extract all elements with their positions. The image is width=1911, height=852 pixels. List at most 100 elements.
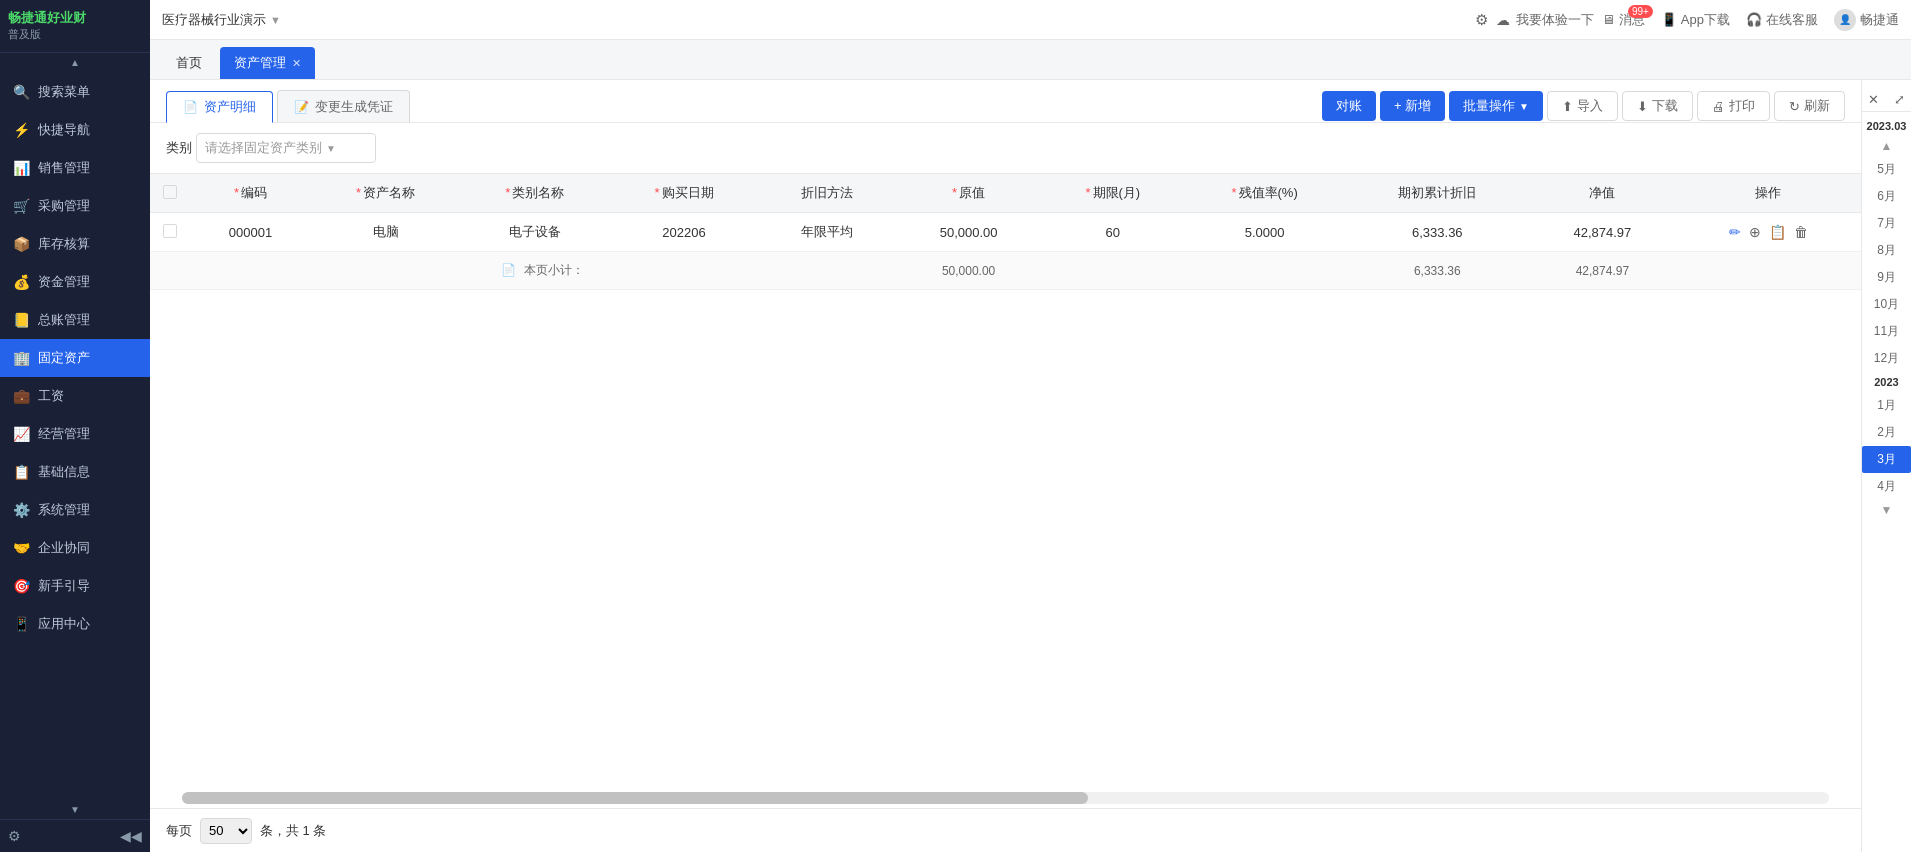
copy-icon[interactable]: ⊕ — [1749, 224, 1761, 240]
experience-button[interactable]: ☁ 我要体验一下 — [1496, 11, 1594, 29]
topbar-right: 🖥 消息 99+ 📱 App下载 🎧 在线客服 👤 畅捷通 — [1602, 9, 1899, 31]
row-purchase-date: 202206 — [609, 213, 758, 252]
app-label: App下载 — [1681, 11, 1730, 29]
sub-tab-change-voucher[interactable]: 📝 变更生成凭证 — [277, 90, 410, 122]
topbar: 医疗器械行业演示 ▼ ⚙ ☁ 我要体验一下 🖥 消息 99+ 📱 App下载 🎧… — [150, 0, 1911, 40]
sidebar-item-basic-info[interactable]: 📋 基础信息 — [0, 453, 150, 491]
row-original-value: 50,000.00 — [895, 213, 1042, 252]
more-icon[interactable]: 📋 — [1769, 224, 1786, 240]
sales-icon: 📊 — [12, 159, 30, 177]
select-arrow-icon: ▼ — [326, 143, 336, 154]
row-checkbox[interactable] — [163, 224, 177, 238]
online-service-button[interactable]: 🎧 在线客服 — [1746, 11, 1818, 29]
total-label: 条，共 1 条 — [260, 822, 326, 840]
row-depreciation-method: 年限平均 — [759, 213, 896, 252]
import-button[interactable]: ⬆ 导入 — [1547, 91, 1618, 121]
select-all-header[interactable] — [150, 174, 190, 213]
right-panel-month-1[interactable]: 1月 — [1862, 392, 1911, 419]
experience-icon: ☁ — [1496, 12, 1510, 28]
refresh-icon: ↻ — [1789, 99, 1800, 114]
row-code: 000001 — [190, 213, 311, 252]
row-period: 60 — [1042, 213, 1183, 252]
pagination: 每页 50 100 200 条，共 1 条 — [150, 808, 1861, 852]
sidebar-item-search[interactable]: 🔍 搜索菜单 — [0, 73, 150, 111]
edit-icon[interactable]: ✏ — [1729, 224, 1741, 240]
tab-home[interactable]: 首页 — [162, 47, 216, 79]
sidebar-item-purchase[interactable]: 🛒 采购管理 — [0, 187, 150, 225]
sidebar-item-inventory[interactable]: 📦 库存核算 — [0, 225, 150, 263]
right-panel-expand-icon[interactable]: ⤢ — [1894, 92, 1905, 107]
sidebar-item-fixed-assets[interactable]: 🏢 固定资产 — [0, 339, 150, 377]
per-page-select[interactable]: 50 100 200 — [200, 818, 252, 844]
download-button[interactable]: ⬇ 下载 — [1622, 91, 1693, 121]
service-icon: 🎧 — [1746, 12, 1762, 27]
tab-close-icon[interactable]: ✕ — [292, 57, 301, 70]
sub-tab-asset-detail-label: 资产明细 — [204, 98, 256, 116]
sidebar-scroll-down[interactable]: ▼ — [0, 799, 150, 819]
sidebar-item-payroll[interactable]: 💼 工资 — [0, 377, 150, 415]
right-panel-month-8[interactable]: 8月 — [1862, 237, 1911, 264]
company-chevron-icon: ▼ — [270, 14, 281, 26]
sidebar-item-sales[interactable]: 📊 销售管理 — [0, 149, 150, 187]
right-panel-month-7[interactable]: 7月 — [1862, 210, 1911, 237]
batch-button[interactable]: 批量操作 ▼ — [1449, 91, 1543, 121]
sidebar-item-label: 库存核算 — [38, 235, 90, 253]
right-panel-nav-up[interactable]: ▲ — [1878, 136, 1896, 156]
col-purchase-date: *购买日期 — [609, 174, 758, 213]
sidebar-footer: ⚙ ◀◀ — [0, 819, 150, 852]
sidebar-item-enterprise[interactable]: 🤝 企业协同 — [0, 529, 150, 567]
sidebar-item-app-center[interactable]: 📱 应用中心 — [0, 605, 150, 643]
sidebar-item-label: 销售管理 — [38, 159, 90, 177]
row-category: 电子设备 — [460, 213, 609, 252]
app-center-icon: 📱 — [12, 615, 30, 633]
collapse-icon[interactable]: ◀◀ — [120, 828, 142, 844]
message-button[interactable]: 🖥 消息 99+ — [1602, 11, 1645, 29]
right-panel-close-icon[interactable]: ✕ — [1868, 92, 1879, 107]
sidebar-item-ledger[interactable]: 📒 总账管理 — [0, 301, 150, 339]
subtotal-original-value: 50,000.00 — [895, 252, 1042, 290]
tab-asset-management[interactable]: 资产管理 ✕ — [220, 47, 315, 79]
action-icons: ✏ ⊕ 📋 🗑 — [1688, 224, 1849, 240]
right-panel-month-11[interactable]: 11月 — [1862, 318, 1911, 345]
right-panel-month-5[interactable]: 5月 — [1862, 156, 1911, 183]
right-panel-month-10[interactable]: 10月 — [1862, 291, 1911, 318]
sidebar-item-quick-nav[interactable]: ⚡ 快捷导航 — [0, 111, 150, 149]
right-panel-month-2[interactable]: 2月 — [1862, 419, 1911, 446]
right-panel-header: ✕ ⤢ — [1862, 88, 1911, 112]
company-selector[interactable]: 医疗器械行业演示 ▼ — [162, 11, 1463, 29]
right-panel-month-4[interactable]: 4月 — [1862, 473, 1911, 500]
new-button[interactable]: + 新增 — [1380, 91, 1445, 121]
right-panel-month-6[interactable]: 6月 — [1862, 183, 1911, 210]
user-menu-button[interactable]: 👤 畅捷通 — [1834, 9, 1899, 31]
sidebar-item-system[interactable]: ⚙️ 系统管理 — [0, 491, 150, 529]
sidebar-item-guide[interactable]: 🎯 新手引导 — [0, 567, 150, 605]
settings-gear-icon[interactable]: ⚙ — [1475, 11, 1488, 29]
account-button[interactable]: 对账 — [1322, 91, 1376, 121]
delete-icon[interactable]: 🗑 — [1794, 224, 1808, 240]
settings-icon[interactable]: ⚙ — [8, 828, 21, 844]
row-checkbox-cell[interactable] — [150, 213, 190, 252]
select-all-checkbox[interactable] — [163, 185, 177, 199]
subtotal-accumulated: 6,333.36 — [1346, 252, 1529, 290]
operations-icon: 📈 — [12, 425, 30, 443]
asset-table: *编码 *资产名称 *类别名称 *购买日期 折旧方法 *原值 *期限(月) *残… — [150, 174, 1861, 788]
sidebar-item-label: 应用中心 — [38, 615, 90, 633]
category-select[interactable]: 请选择固定资产类别 ▼ — [196, 133, 376, 163]
app-download-button[interactable]: 📱 App下载 — [1661, 11, 1730, 29]
right-panel-month-9[interactable]: 9月 — [1862, 264, 1911, 291]
right-panel-month-12[interactable]: 12月 — [1862, 345, 1911, 372]
import-icon: ⬆ — [1562, 99, 1573, 114]
subtotal-empty-3 — [1184, 252, 1346, 290]
print-button[interactable]: 🖨 打印 — [1697, 91, 1770, 121]
sub-tab-asset-detail[interactable]: 📄 资产明细 — [166, 91, 273, 123]
scrollbar-thumb[interactable] — [182, 792, 1088, 804]
horizontal-scrollbar[interactable] — [182, 792, 1829, 804]
row-accumulated-depreciation: 6,333.36 — [1346, 213, 1529, 252]
message-icon: 🖥 — [1602, 12, 1615, 27]
sidebar-item-funds[interactable]: 💰 资金管理 — [0, 263, 150, 301]
refresh-button[interactable]: ↻ 刷新 — [1774, 91, 1845, 121]
sidebar-scroll-up[interactable]: ▲ — [0, 53, 150, 73]
right-panel-month-3[interactable]: 3月 — [1862, 446, 1911, 473]
right-panel-nav-down[interactable]: ▼ — [1878, 500, 1896, 520]
sidebar-item-operations[interactable]: 📈 经营管理 — [0, 415, 150, 453]
